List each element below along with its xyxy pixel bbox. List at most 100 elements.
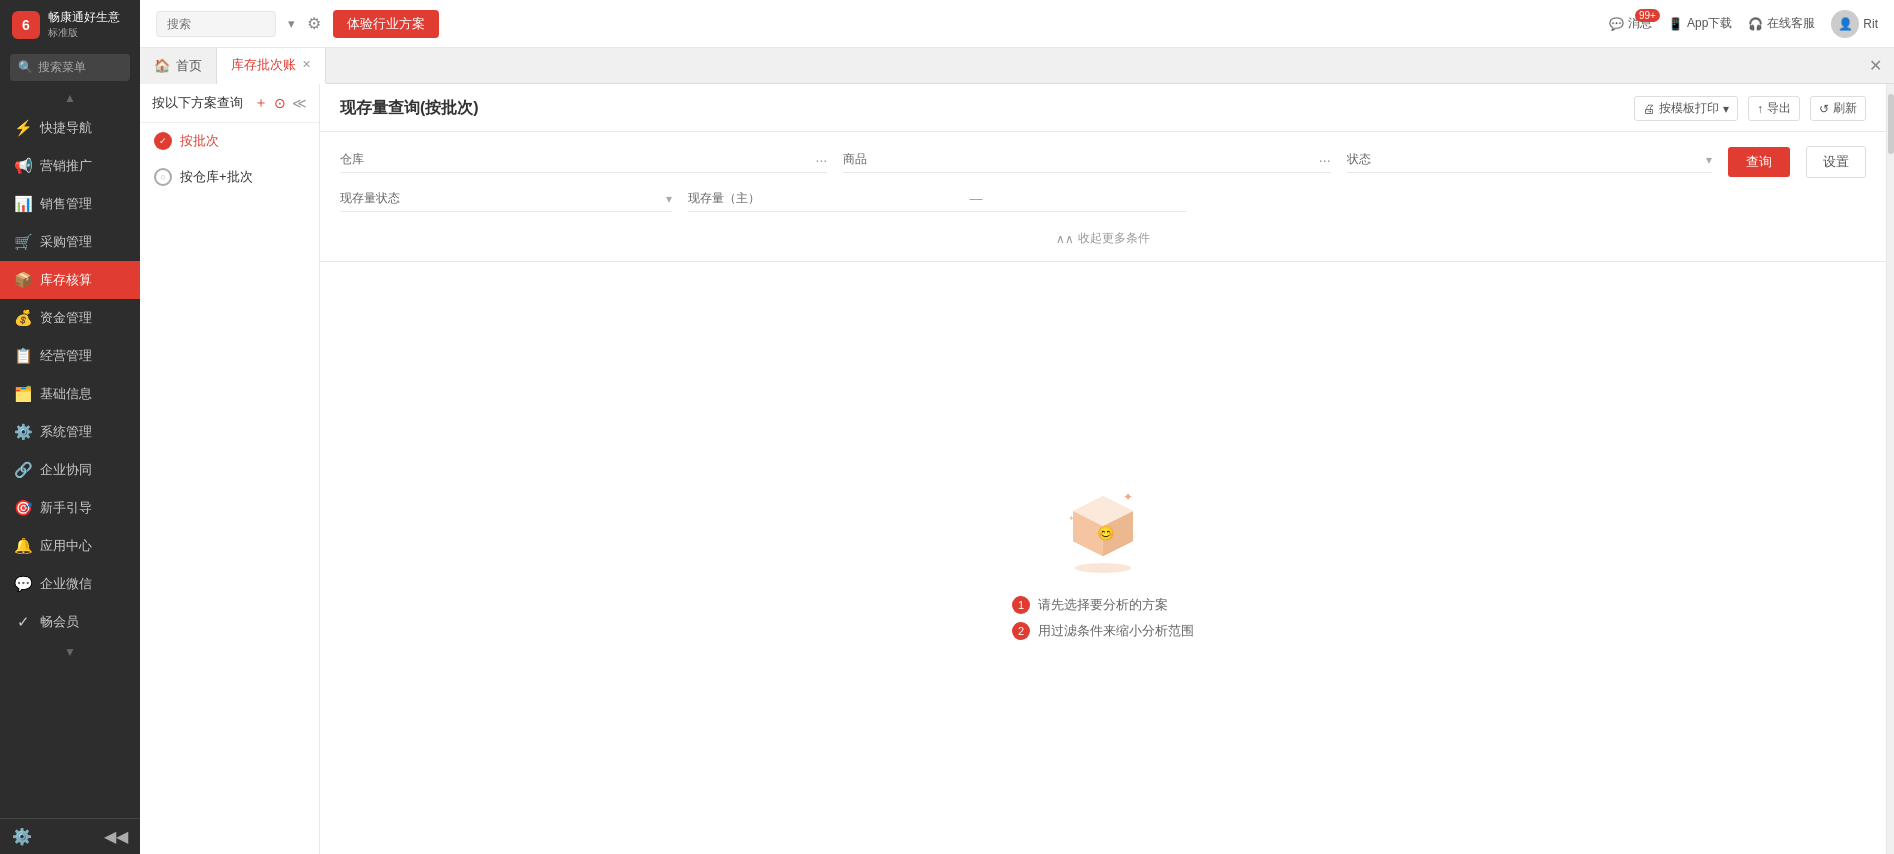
filter-warehouse: 仓库 ···: [340, 151, 827, 173]
sidebar-item-sales[interactable]: 📊 销售管理: [0, 185, 140, 223]
sidebar-item-apps[interactable]: 🔔 应用中心: [0, 527, 140, 565]
content-area: 按以下方案查询 ＋ ⊙ ≪ ✓ 按批次 ○ 按仓库+批次: [140, 84, 1894, 854]
settings-scheme-icon[interactable]: ⊙: [274, 95, 286, 111]
warehouse-label: 仓库: [340, 151, 364, 168]
sidebar-item-enterprise[interactable]: 🔗 企业协同: [0, 451, 140, 489]
avatar: 👤: [1831, 10, 1859, 38]
sidebar-item-purchase[interactable]: 🛒 采购管理: [0, 223, 140, 261]
messages-button[interactable]: 💬 消息 99+: [1609, 15, 1652, 32]
purchase-icon: 🛒: [14, 233, 32, 251]
topbar-dropdown-arrow[interactable]: ▾: [288, 16, 295, 31]
tab-home[interactable]: 🏠 首页: [140, 48, 217, 84]
home-icon: 🏠: [154, 58, 170, 73]
right-panel: 现存量查询(按批次) 🖨 按模板打印 ▾ ↑ 导出 ↺ 刷新: [320, 84, 1886, 854]
sidebar-item-shortcut[interactable]: ⚡ 快捷导航: [0, 109, 140, 147]
sidebar-bottom: ⚙️ ◀◀: [0, 818, 140, 854]
scheme-item-by-warehouse-batch[interactable]: ○ 按仓库+批次: [140, 159, 319, 195]
sidebar-item-finance[interactable]: 💰 资金管理: [0, 299, 140, 337]
topbar: ▾ ⚙ 体验行业方案 💬 消息 99+ 📱 App下载 🎧 在线客服 👤: [140, 0, 1894, 48]
settings-icon[interactable]: ⚙️: [12, 827, 32, 846]
refresh-button[interactable]: ↺ 刷新: [1810, 96, 1866, 121]
tab-close-right-icon[interactable]: ✕: [1857, 56, 1894, 75]
refresh-label: 刷新: [1833, 100, 1857, 117]
messages-badge: 99+: [1635, 9, 1660, 22]
topbar-search-input[interactable]: [156, 11, 276, 37]
empty-state: 😊 ✦ ✦ 1 请先选择要分析的方案 2 用过滤条件来缩小分析范围: [320, 262, 1886, 854]
scroll-down-arrow[interactable]: ▼: [0, 641, 140, 663]
svg-text:✦: ✦: [1068, 514, 1075, 523]
stock-main-from-input[interactable]: [766, 192, 964, 206]
hint-1-number: 1: [1012, 596, 1030, 614]
warehouse-more-icon[interactable]: ···: [816, 152, 828, 168]
print-template-button[interactable]: 🖨 按模板打印 ▾: [1634, 96, 1738, 121]
stock-main-to-input[interactable]: [989, 192, 1187, 206]
collapse-filter-button[interactable]: ∧∧ 收起更多条件: [340, 224, 1866, 247]
filter-row-2: 现存量状态 ▾ 现存量（主） —: [340, 190, 1866, 212]
main-area: ▾ ⚙ 体验行业方案 💬 消息 99+ 📱 App下载 🎧 在线客服 👤: [140, 0, 1894, 854]
message-icon: 💬: [1609, 17, 1624, 31]
print-label: 按模板打印: [1659, 100, 1719, 117]
shortcut-icon: ⚡: [14, 119, 32, 137]
hint-1-text: 请先选择要分析的方案: [1038, 596, 1168, 614]
tab-close-icon[interactable]: ✕: [302, 58, 311, 71]
app-download-button[interactable]: 📱 App下载: [1668, 15, 1732, 32]
status-dropdown-icon[interactable]: ▾: [1706, 153, 1712, 167]
stock-status-dropdown-icon[interactable]: ▾: [666, 192, 672, 206]
sidebar-item-label: 资金管理: [40, 309, 92, 327]
refresh-icon: ↺: [1819, 102, 1829, 116]
scheme-label: 按仓库+批次: [180, 168, 253, 186]
sidebar-item-marketing[interactable]: 📢 营销推广: [0, 147, 140, 185]
sidebar-item-wechat[interactable]: 💬 企业微信: [0, 565, 140, 603]
sidebar-item-operations[interactable]: 📋 经营管理: [0, 337, 140, 375]
sidebar-item-inventory[interactable]: 📦 库存核算: [0, 261, 140, 299]
page-title: 现存量查询(按批次): [340, 98, 479, 119]
trial-button[interactable]: 体验行业方案: [333, 10, 439, 38]
status-label: 状态: [1347, 151, 1371, 168]
user-menu[interactable]: 👤 Rit: [1831, 10, 1878, 38]
online-service-button[interactable]: 🎧 在线客服: [1748, 15, 1815, 32]
filter-status[interactable]: 状态 ▾: [1347, 151, 1712, 173]
sidebar-item-label: 快捷导航: [40, 119, 92, 137]
topbar-gear-icon[interactable]: ⚙: [307, 14, 321, 33]
page-header: 现存量查询(按批次) 🖨 按模板打印 ▾ ↑ 导出 ↺ 刷新: [320, 84, 1886, 132]
filter-stock-status[interactable]: 现存量状态 ▾: [340, 190, 672, 212]
operations-icon: 📋: [14, 347, 32, 365]
sidebar-item-label: 营销推广: [40, 157, 92, 175]
right-scrollbar[interactable]: [1886, 84, 1894, 854]
sidebar-item-member[interactable]: ✓ 畅会员: [0, 603, 140, 641]
query-button[interactable]: 查询: [1728, 147, 1790, 177]
sidebar-nav: ▲ ⚡ 快捷导航 📢 营销推广 📊 销售管理 🛒 采购管理 📦 库存核算 💰 资…: [0, 87, 140, 818]
sidebar-item-label: 基础信息: [40, 385, 92, 403]
product-input[interactable]: [873, 153, 1319, 167]
svg-point-0: [1075, 563, 1131, 573]
sidebar-item-label: 新手引导: [40, 499, 92, 517]
stock-main-dash: —: [970, 191, 983, 206]
tab-inventory-batch[interactable]: 库存批次账 ✕: [217, 48, 326, 84]
app-logo: 6: [12, 11, 40, 39]
sidebar-item-basic[interactable]: 🗂️ 基础信息: [0, 375, 140, 413]
scheme-item-by-batch[interactable]: ✓ 按批次: [140, 123, 319, 159]
download-icon: 📱: [1668, 17, 1683, 31]
scroll-up-arrow[interactable]: ▲: [0, 87, 140, 109]
app-name: 畅康通好生意: [48, 10, 120, 26]
export-button[interactable]: ↑ 导出: [1748, 96, 1800, 121]
sidebar-item-system[interactable]: ⚙️ 系统管理: [0, 413, 140, 451]
add-scheme-icon[interactable]: ＋: [254, 94, 268, 112]
scrollbar-thumb[interactable]: [1888, 94, 1894, 154]
collapse-sidebar-icon[interactable]: ◀◀: [104, 827, 128, 846]
sidebar-header: 6 畅康通好生意 标准版: [0, 0, 140, 48]
filter-area: 仓库 ··· 商品 ··· 状态 ▾ 查询 设置: [320, 132, 1886, 262]
product-more-icon[interactable]: ···: [1319, 152, 1331, 168]
print-dropdown-icon[interactable]: ▾: [1723, 102, 1729, 116]
sidebar-search[interactable]: 🔍 搜索菜单: [10, 54, 130, 81]
collapse-panel-icon[interactable]: ≪: [292, 95, 307, 111]
app-version: 标准版: [48, 26, 120, 40]
sidebar-item-guide[interactable]: 🎯 新手引导: [0, 489, 140, 527]
tabbar: 🏠 首页 库存批次账 ✕ ✕: [140, 48, 1894, 84]
left-panel-header: 按以下方案查询 ＋ ⊙ ≪: [140, 84, 319, 123]
stock-main-label: 现存量（主）: [688, 190, 760, 207]
service-icon: 🎧: [1748, 17, 1763, 31]
settings-button[interactable]: 设置: [1806, 146, 1866, 178]
warehouse-input[interactable]: [370, 153, 816, 167]
sidebar: 6 畅康通好生意 标准版 🔍 搜索菜单 ▲ ⚡ 快捷导航 📢 营销推广 📊 销售…: [0, 0, 140, 854]
